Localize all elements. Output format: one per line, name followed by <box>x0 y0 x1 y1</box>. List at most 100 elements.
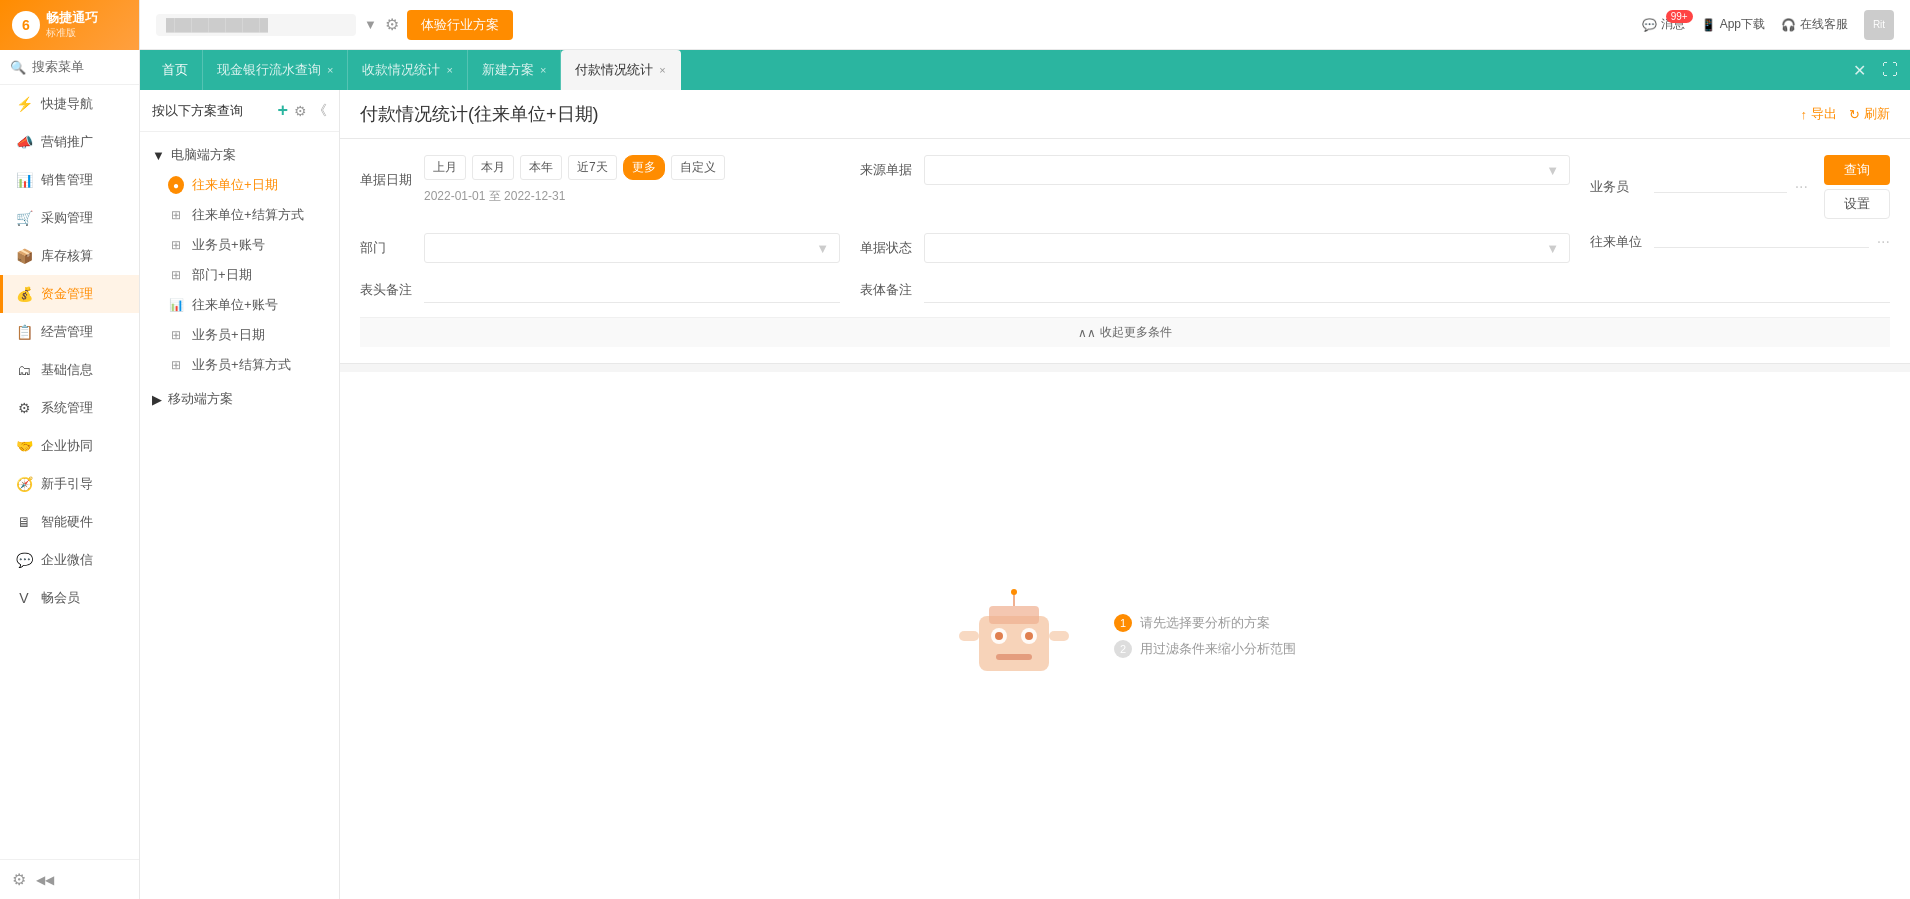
sidebar-item-marketing[interactable]: 📣 营销推广 <box>0 123 139 161</box>
logo-text: 畅捷通巧 标准版 <box>46 10 98 40</box>
tip-num-2: 2 <box>1114 640 1132 658</box>
body-note-label: 表体备注 <box>860 281 916 299</box>
tab-payment-stat-label: 付款情况统计 <box>575 61 653 79</box>
tab-payment-stat[interactable]: 付款情况统计 × <box>561 50 680 90</box>
docstatus-select[interactable]: ▼ <box>924 233 1570 263</box>
scheme-staff-account[interactable]: ⊞ 业务员+账号 <box>140 230 339 260</box>
desktop-group-label: 电脑端方案 <box>171 146 236 164</box>
footer-collapse-icon[interactable]: ◀◀ <box>36 873 54 887</box>
page-header: 付款情况统计(往来单位+日期) ↑ 导出 ↻ 刷新 <box>340 90 1910 139</box>
scheme-dept-date[interactable]: ⊞ 部门+日期 <box>140 260 339 290</box>
tab-new-scheme[interactable]: 新建方案 × <box>468 50 561 90</box>
address-bar[interactable]: ████████████ <box>156 14 356 36</box>
tab-home[interactable]: 首页 <box>148 50 203 90</box>
nav-label: 系统管理 <box>41 399 93 417</box>
last-month-btn[interactable]: 上月 <box>424 155 466 180</box>
tabs-close-all-icon[interactable]: ✕ <box>1849 61 1870 80</box>
sidebar-item-hardware[interactable]: 🖥 智能硬件 <box>0 503 139 541</box>
svg-rect-10 <box>1049 631 1069 641</box>
sidebar-item-quick-nav[interactable]: ⚡ 快捷导航 <box>0 85 139 123</box>
scheme-chart-icon: 📊 <box>168 297 184 313</box>
footer-settings-icon[interactable]: ⚙ <box>12 870 26 889</box>
scheme-label: 业务员+结算方式 <box>192 356 291 374</box>
search-menu[interactable]: 🔍 搜索菜单 <box>0 50 139 85</box>
sidebar-item-sales[interactable]: 📊 销售管理 <box>0 161 139 199</box>
custom-btn[interactable]: 自定义 <box>671 155 725 180</box>
user-avatar[interactable]: Rit <box>1864 10 1894 40</box>
operation-icon: 📋 <box>15 323 33 341</box>
desktop-group-header[interactable]: ▼ 电脑端方案 <box>140 140 339 170</box>
topbar-settings-icon[interactable]: ⚙ <box>385 15 399 34</box>
this-month-btn[interactable]: 本月 <box>472 155 514 180</box>
export-button[interactable]: ↑ 导出 <box>1801 105 1838 123</box>
tab-new-scheme-close[interactable]: × <box>540 64 546 76</box>
finance-icon: 💰 <box>15 285 33 303</box>
left-panel-title: 按以下方案查询 <box>152 102 243 120</box>
tab-receipt-stat-close[interactable]: × <box>446 64 452 76</box>
scheme-label: 往来单位+账号 <box>192 296 278 314</box>
source-select[interactable]: ▼ <box>924 155 1570 185</box>
mobile-group-header[interactable]: ▶ 移动端方案 <box>140 384 339 414</box>
tab-receipt-stat[interactable]: 收款情况统计 × <box>348 50 467 90</box>
service-button[interactable]: 🎧 在线客服 <box>1781 16 1848 33</box>
sidebar-item-wechat[interactable]: 💬 企业微信 <box>0 541 139 579</box>
dept-select[interactable]: ▼ <box>424 233 840 263</box>
dept-dropdown-icon: ▼ <box>816 241 829 256</box>
collapse-more-btn[interactable]: ∧∧ 收起更多条件 <box>360 317 1890 347</box>
svg-point-5 <box>1025 632 1033 640</box>
tab-bank-flow[interactable]: 现金银行流水查询 × <box>203 50 348 90</box>
scheme-staff-settle[interactable]: ⊞ 业务员+结算方式 <box>140 350 339 380</box>
refresh-button[interactable]: ↻ 刷新 <box>1849 105 1890 123</box>
desktop-group-expand-icon: ▼ <box>152 148 165 163</box>
tip-num-1: 1 <box>1114 614 1132 632</box>
tab-new-scheme-label: 新建方案 <box>482 61 534 79</box>
last-7days-btn[interactable]: 近7天 <box>568 155 617 180</box>
scheme-active-icon: ● <box>168 177 184 193</box>
scheme-grid-icon: ⊞ <box>168 207 184 223</box>
docstatus-dropdown-icon: ▼ <box>1546 241 1559 256</box>
query-button[interactable]: 查询 <box>1824 155 1890 185</box>
scheme-staff-date[interactable]: ⊞ 业务员+日期 <box>140 320 339 350</box>
body-note-input[interactable] <box>924 277 1890 303</box>
collapse-panel-icon[interactable]: 《 <box>313 100 327 121</box>
scheme-partner-account[interactable]: 📊 往来单位+账号 <box>140 290 339 320</box>
sidebar-item-inventory[interactable]: 📦 库存核算 <box>0 237 139 275</box>
sidebar-item-enterprise[interactable]: 🤝 企业协同 <box>0 427 139 465</box>
app-name: 畅捷通巧 <box>46 10 98 26</box>
dropdown-icon[interactable]: ▼ <box>364 17 377 32</box>
tab-payment-stat-close[interactable]: × <box>659 64 665 76</box>
empty-tip-1: 1 请先选择要分析的方案 <box>1114 614 1296 632</box>
filter-header-note-item: 表头备注 <box>360 277 840 303</box>
trial-button[interactable]: 体验行业方案 <box>407 10 513 40</box>
desktop-scheme-group: ▼ 电脑端方案 ● 往来单位+日期 ⊞ 往来单位+结算方式 ⊞ <box>140 140 339 380</box>
hardware-icon: 🖥 <box>15 513 33 531</box>
sidebar-item-basic-info[interactable]: 🗂 基础信息 <box>0 351 139 389</box>
header-note-input[interactable] <box>424 277 840 303</box>
header-note-label: 表头备注 <box>360 281 416 299</box>
tabs-expand-icon[interactable]: ⛶ <box>1878 61 1902 79</box>
sidebar-item-guide[interactable]: 🧭 新手引导 <box>0 465 139 503</box>
left-panel-body: ▼ 电脑端方案 ● 往来单位+日期 ⊞ 往来单位+结算方式 ⊞ <box>140 132 339 899</box>
sidebar-item-system[interactable]: ⚙ 系统管理 <box>0 389 139 427</box>
system-icon: ⚙ <box>15 399 33 417</box>
scheme-partner-settle[interactable]: ⊞ 往来单位+结算方式 <box>140 200 339 230</box>
left-panel-header: 按以下方案查询 + ⚙ 《 <box>140 90 339 132</box>
more-btn[interactable]: 更多 <box>623 155 665 180</box>
sidebar-item-operation[interactable]: 📋 经营管理 <box>0 313 139 351</box>
partner-more-icon[interactable]: ··· <box>1877 233 1890 251</box>
export-label: 导出 <box>1811 105 1837 123</box>
message-button[interactable]: 💬 消息 99+ <box>1642 16 1685 33</box>
settings-button[interactable]: 设置 <box>1824 189 1890 219</box>
svg-rect-1 <box>989 606 1039 624</box>
staff-more-icon[interactable]: ··· <box>1795 178 1808 196</box>
scheme-settings-icon[interactable]: ⚙ <box>294 100 307 121</box>
marketing-icon: 📣 <box>15 133 33 151</box>
add-scheme-button[interactable]: + <box>277 100 288 121</box>
sidebar-item-finance[interactable]: 💰 资金管理 <box>0 275 139 313</box>
tab-bank-flow-close[interactable]: × <box>327 64 333 76</box>
sidebar-item-purchase[interactable]: 🛒 采购管理 <box>0 199 139 237</box>
app-download-button[interactable]: 📱 App下载 <box>1701 16 1765 33</box>
this-year-btn[interactable]: 本年 <box>520 155 562 180</box>
scheme-partner-date[interactable]: ● 往来单位+日期 <box>140 170 339 200</box>
sidebar-item-member[interactable]: V 畅会员 <box>0 579 139 617</box>
